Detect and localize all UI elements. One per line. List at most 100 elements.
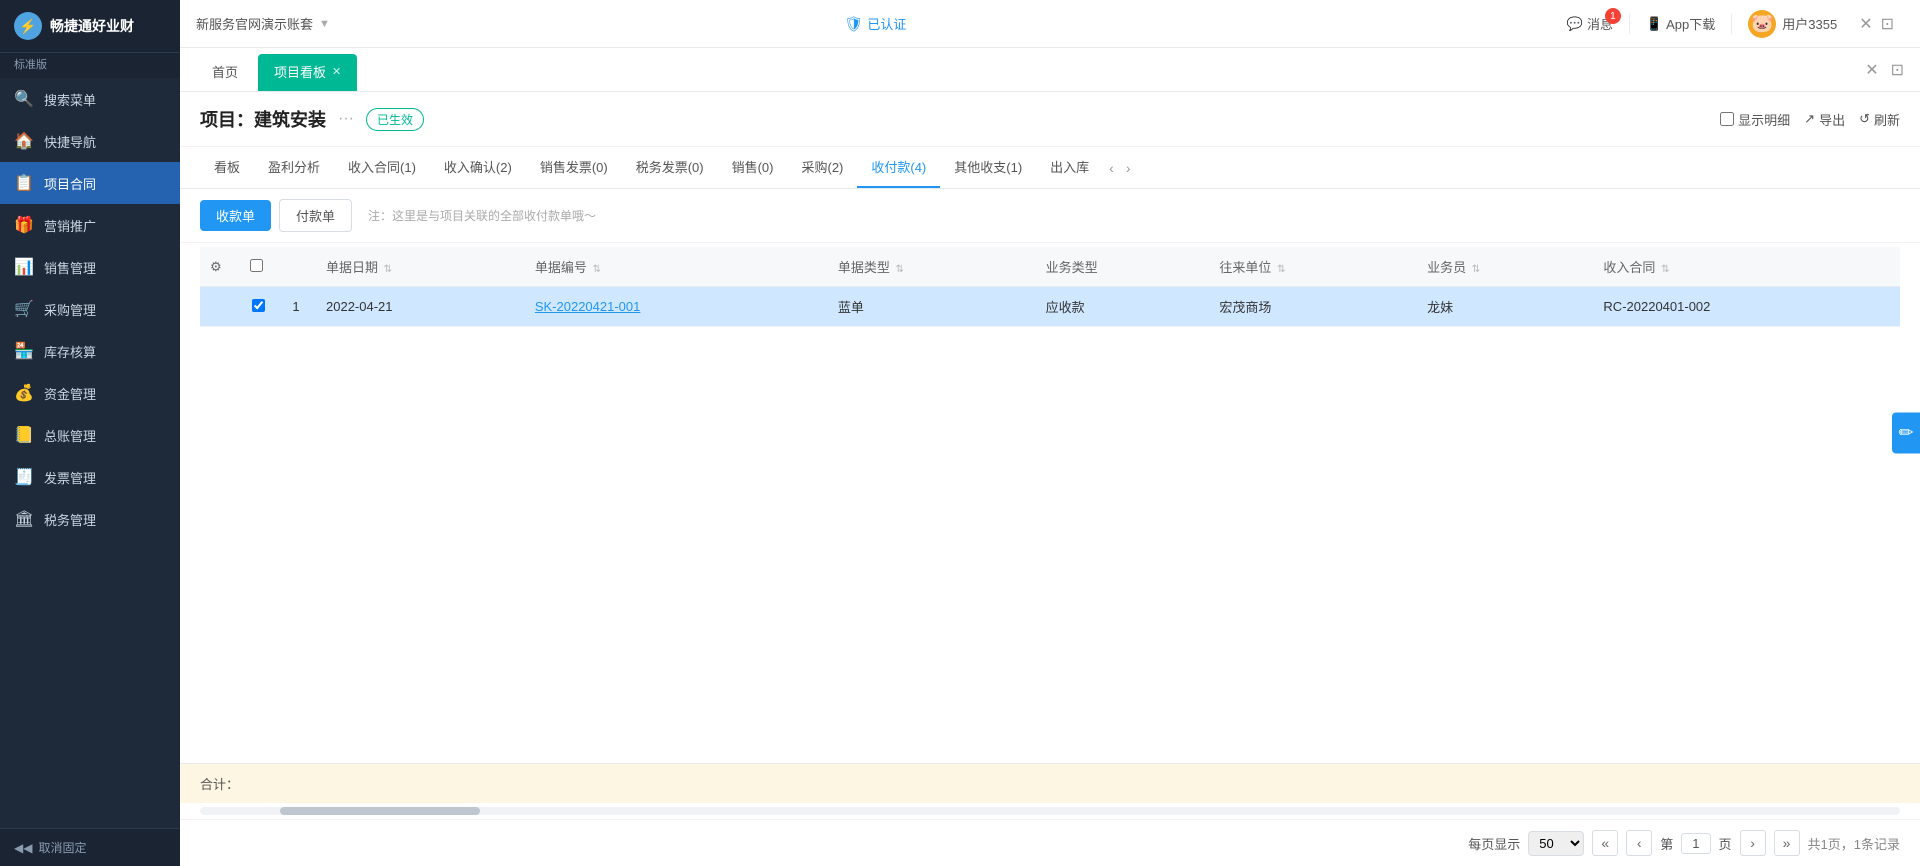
sidebar-item-quick-nav[interactable]: 🏠 快捷导航 [0,120,180,162]
th-income-contract[interactable]: 收入合同 ⇅ [1593,247,1900,287]
th-partner[interactable]: 往来单位 ⇅ [1209,247,1417,287]
refresh-button[interactable]: ↺ 刷新 [1859,110,1900,129]
sidebar-item-purchase-mgmt[interactable]: 🛒 采购管理 [0,288,180,330]
sidebar-item-label: 总账管理 [44,426,96,445]
sub-tab-receipt[interactable]: 收付款(4) [857,147,940,188]
ledger-icon: 📒 [14,425,34,445]
project-title: 项目：建筑安装 [200,106,326,132]
sidebar-item-invoice-mgmt[interactable]: 🧾 发票管理 [0,456,180,498]
sub-tab-other-expense[interactable]: 其他收支(1) [940,147,1036,188]
settings-icon[interactable]: ⚙ [210,259,222,274]
sub-tab-inout-store-label: 出入库 [1050,160,1089,175]
prev-page-button[interactable]: ‹ [1626,830,1652,856]
invoice-icon: 🧾 [14,467,34,487]
content-toolbar: 收款单 付款单 注：这里是与项目关联的全部收付款单哦～ [180,189,1920,243]
sub-tab-sales-invoice-label: 销售发票(0) [540,160,608,175]
scrollbar-thumb[interactable] [280,807,480,815]
funds-icon: 💰 [14,383,34,403]
show-detail-checkbox[interactable] [1720,112,1734,126]
topbar-right: 💬 消息 1 📱 App下载 🐷 用户3355 [1567,10,1837,38]
topbar: 新服务官网演示账套 ▼ 🛡 已认证 💬 消息 1 📱 App下载 🐷 用户335… [180,0,1920,48]
sidebar-item-sales-mgmt[interactable]: 📊 销售管理 [0,246,180,288]
select-all-checkbox[interactable] [250,259,263,272]
export-button[interactable]: ↗ 导出 [1804,110,1845,129]
project-more-button[interactable]: ··· [338,110,354,128]
sidebar-item-label: 发票管理 [44,468,96,487]
sidebar-item-label: 税务管理 [44,510,96,529]
sidebar-item-funds[interactable]: 💰 资金管理 [0,372,180,414]
payment-bill-button[interactable]: 付款单 [279,199,352,232]
sub-tab-purchase[interactable]: 采购(2) [787,147,857,188]
sub-tab-profit[interactable]: 盈利分析 [254,147,334,188]
sort-type-icon: ⇅ [896,264,904,275]
first-page-button[interactable]: « [1592,830,1618,856]
current-page: 1 [1681,833,1710,854]
th-salesperson[interactable]: 业务员 ⇅ [1417,247,1593,287]
tax-icon: 🏛 [14,509,34,529]
account-selector[interactable]: 新服务官网演示账套 ▼ [196,14,832,33]
unpin-button[interactable]: ◀◀ 取消固定 [0,828,180,866]
sidebar-item-label: 资金管理 [44,384,96,403]
td-check[interactable] [240,287,276,327]
sub-tab-tax-invoice[interactable]: 税务发票(0) [622,147,718,188]
td-partner: 宏茂商场 [1209,287,1417,327]
sub-tab-prev-arrow[interactable]: ‹ [1103,152,1120,184]
receipt-bill-button[interactable]: 收款单 [200,200,271,231]
tab-project-board-label: 项目看板 [274,62,326,81]
cert-label: 已认证 [867,14,906,33]
sub-tab-next-arrow[interactable]: › [1120,152,1137,184]
th-type[interactable]: 单据类型 ⇅ [828,247,1036,287]
sidebar-item-label: 营销推广 [44,216,96,235]
td-code[interactable]: SK-20220421-001 [525,287,828,327]
th-date[interactable]: 单据日期 ⇅ [316,247,525,287]
page-content: 项目：建筑安装 ··· 已生效 显示明细 ↗ 导出 ↺ 刷新 [180,92,1920,866]
sub-tab-kanban[interactable]: 看板 [200,147,254,188]
sidebar-item-label: 快捷导航 [44,132,96,151]
user-avatar: 🐷 [1748,10,1776,38]
last-page-button[interactable]: » [1774,830,1800,856]
per-page-select[interactable]: 50 10 20 100 [1528,831,1584,856]
next-page-button[interactable]: › [1740,830,1766,856]
unpin-label: 取消固定 [38,839,86,856]
home-icon: 🏠 [14,131,34,151]
th-num [276,247,316,287]
sidebar-item-search[interactable]: 🔍 搜索菜单 [0,78,180,120]
sub-tab-inout-store[interactable]: 出入库 [1036,147,1103,188]
user-menu[interactable]: 🐷 用户3355 [1748,10,1837,38]
close-button[interactable]: ✕ [1859,14,1872,34]
sub-tab-income-confirm[interactable]: 收入确认(2) [430,147,526,188]
sidebar-item-project-contract[interactable]: 📋 项目合同 [0,162,180,204]
row-checkbox[interactable] [252,299,265,312]
tab-close-window-icon[interactable]: ✕ [1865,60,1878,80]
sidebar-item-inventory[interactable]: 🏪 库存核算 [0,330,180,372]
app-download-button[interactable]: 📱 App下载 [1646,14,1715,33]
maximize-button[interactable]: ⊡ [1881,14,1894,34]
tab-fullscreen-icon[interactable]: ⊡ [1891,60,1904,80]
float-edit-button[interactable]: ✏ [1892,413,1920,454]
sidebar-item-ledger[interactable]: 📒 总账管理 [0,414,180,456]
refresh-label: 刷新 [1874,110,1900,129]
sub-tab-income-contract[interactable]: 收入合同(1) [334,147,430,188]
total-label: 合计： [200,774,239,793]
sidebar-item-label: 销售管理 [44,258,96,277]
sort-income-contract-icon: ⇅ [1661,264,1669,275]
sub-tab-sales-invoice[interactable]: 销售发票(0) [526,147,622,188]
tab-project-board[interactable]: 项目看板 ✕ [258,54,357,91]
show-detail-checkbox-label[interactable]: 显示明细 [1720,110,1790,129]
sub-tab-sales-label: 销售(0) [732,160,774,175]
tab-home[interactable]: 首页 [196,54,254,91]
tab-close-icon[interactable]: ✕ [332,65,341,78]
message-button[interactable]: 💬 消息 1 [1567,14,1613,33]
sidebar-item-marketing[interactable]: 🎁 营销推广 [0,204,180,246]
th-code[interactable]: 单据编号 ⇅ [525,247,828,287]
sub-tab-sales[interactable]: 销售(0) [718,147,788,188]
sub-tab-tax-invoice-label: 税务发票(0) [636,160,704,175]
th-settings[interactable]: ⚙ [200,247,240,287]
message-badge: 1 [1605,8,1621,24]
store-icon: 🏪 [14,341,34,361]
total-pages-info: 共1页，1条记录 [1808,834,1900,853]
table-row: 1 2022-04-21 SK-20220421-001 蓝单 应收款 宏茂商场… [200,287,1900,327]
page-label: 第 [1660,834,1673,853]
sidebar-item-tax-mgmt[interactable]: 🏛 税务管理 [0,498,180,540]
record-link[interactable]: SK-20220421-001 [535,299,641,314]
